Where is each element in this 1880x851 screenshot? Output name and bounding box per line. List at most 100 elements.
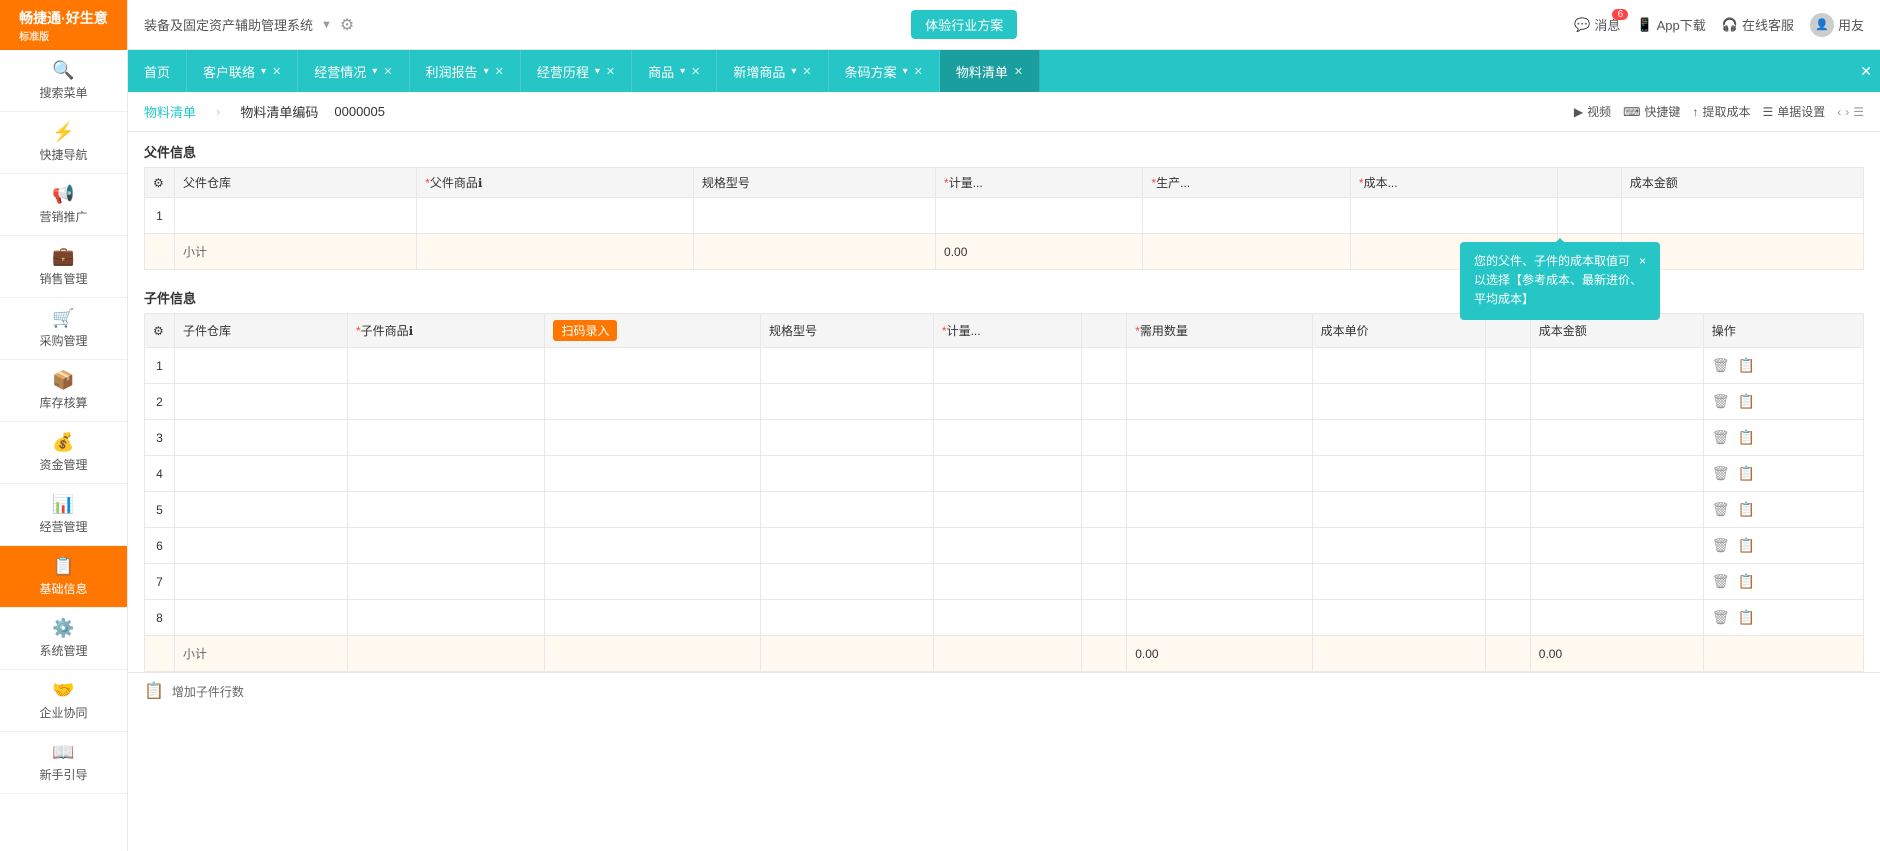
list-view-icon[interactable]: ☰ [1853, 105, 1864, 119]
shortcut-button[interactable]: ⌨ 快捷键 [1623, 103, 1680, 120]
child-row-4-warehouse[interactable] [175, 456, 348, 492]
copy-icon-row-4[interactable]: 📋 [1737, 465, 1754, 482]
tab-operation-close[interactable]: ✕ [383, 65, 392, 78]
child-row-5-warehouse[interactable] [175, 492, 348, 528]
sidebar-item-marketing[interactable]: 📢 营销推广 [0, 174, 127, 236]
child-row-4-unit-cost[interactable] [1312, 456, 1485, 492]
parent-row-1-cost[interactable] [1350, 198, 1557, 234]
sidebar-item-guide[interactable]: 📖 新手引导 [0, 732, 127, 794]
sidebar-item-inventory[interactable]: 📦 库存核算 [0, 360, 127, 422]
child-row-7-spec[interactable] [760, 564, 933, 600]
child-row-3-goods[interactable] [347, 420, 545, 456]
sidebar-item-enterprise[interactable]: 🤝 企业协同 [0, 670, 127, 732]
tab-profit-close[interactable]: ✕ [495, 65, 504, 78]
trial-button[interactable]: 体验行业方案 [911, 10, 1017, 39]
parent-row-1-goods[interactable] [417, 198, 694, 234]
child-row-1-warehouse[interactable] [175, 348, 348, 384]
child-row-4-qty[interactable] [1127, 456, 1312, 492]
parent-col-settings[interactable]: ⚙ [145, 168, 175, 198]
tab-barcode[interactable]: 条码方案 ▾ ✕ [829, 50, 940, 92]
child-row-8-goods[interactable] [347, 600, 545, 636]
child-row-7-goods[interactable] [347, 564, 545, 600]
app-download-button[interactable]: 📱 App下载 [1636, 15, 1705, 34]
sidebar-item-operation[interactable]: 📊 经营管理 [0, 484, 127, 546]
tab-goods-close[interactable]: ✕ [691, 65, 700, 78]
copy-icon-row-6[interactable]: 📋 [1737, 537, 1754, 554]
delete-icon-row-2[interactable]: 🗑 [1712, 393, 1730, 410]
tab-customer-close[interactable]: ✕ [272, 65, 281, 78]
prev-button[interactable]: ‹ [1837, 105, 1841, 119]
child-row-5-unit[interactable] [933, 492, 1081, 528]
message-button[interactable]: 💬 消息 6 [1574, 15, 1620, 34]
child-row-6-goods[interactable] [347, 528, 545, 564]
copy-icon-row-1[interactable]: 📋 [1737, 357, 1754, 374]
child-row-1-unit[interactable] [933, 348, 1081, 384]
child-row-1-spec[interactable] [760, 348, 933, 384]
child-row-2-unit[interactable] [933, 384, 1081, 420]
online-service-button[interactable]: 🎧 在线客服 [1722, 15, 1794, 34]
child-row-7-unit[interactable] [933, 564, 1081, 600]
tab-goods[interactable]: 商品 ▾ ✕ [632, 50, 717, 92]
child-row-7-qty[interactable] [1127, 564, 1312, 600]
child-row-6-warehouse[interactable] [175, 528, 348, 564]
system-dropdown-arrow[interactable]: ▼ [321, 19, 332, 31]
close-all-tabs[interactable]: ✕ [1852, 50, 1880, 92]
tab-new-goods[interactable]: 新增商品 ▾ ✕ [717, 50, 828, 92]
child-row-3-unit-cost[interactable] [1312, 420, 1485, 456]
child-row-6-qty[interactable] [1127, 528, 1312, 564]
child-row-4-spec[interactable] [760, 456, 933, 492]
tab-bom[interactable]: 物料清单 ✕ [940, 50, 1040, 92]
scan-input-button[interactable]: 扫码录入 [553, 320, 617, 341]
view-video-button[interactable]: ▶ 视频 [1574, 103, 1611, 120]
tab-customer[interactable]: 客户联络 ▾ ✕ [187, 50, 298, 92]
child-row-6-unit[interactable] [933, 528, 1081, 564]
child-row-4-unit[interactable] [933, 456, 1081, 492]
parent-row-1-warehouse[interactable] [175, 198, 417, 234]
child-row-8-spec[interactable] [760, 600, 933, 636]
tab-operation[interactable]: 经营情况 ▾ ✕ [298, 50, 409, 92]
child-row-8-qty[interactable] [1127, 600, 1312, 636]
child-row-3-qty[interactable] [1127, 420, 1312, 456]
next-button[interactable]: › [1845, 105, 1849, 119]
child-row-5-goods[interactable] [347, 492, 545, 528]
child-row-6-unit-cost[interactable] [1312, 528, 1485, 564]
extract-cost-button[interactable]: ↑ 提取成本 [1692, 103, 1750, 120]
tab-barcode-close[interactable]: ✕ [914, 65, 923, 78]
delete-icon-row-8[interactable]: 🗑 [1712, 609, 1730, 626]
delete-icon-row-1[interactable]: 🗑 [1712, 357, 1730, 374]
delete-icon-row-6[interactable]: 🗑 [1712, 537, 1730, 554]
child-row-4-goods[interactable] [347, 456, 545, 492]
delete-icon-row-7[interactable]: 🗑 [1712, 573, 1730, 590]
sidebar-item-search[interactable]: 🔍 搜索菜单 [0, 50, 127, 112]
delete-icon-row-5[interactable]: 🗑 [1712, 501, 1730, 518]
tab-profit[interactable]: 利润报告 ▾ ✕ [410, 50, 521, 92]
child-row-6-spec[interactable] [760, 528, 933, 564]
copy-icon-row-3[interactable]: 📋 [1737, 429, 1754, 446]
single-settings-button[interactable]: ☰ 单据设置 [1762, 103, 1825, 120]
copy-icon-row-5[interactable]: 📋 [1737, 501, 1754, 518]
delete-icon-row-3[interactable]: 🗑 [1712, 429, 1730, 446]
parent-row-1-spec[interactable] [693, 198, 935, 234]
copy-icon-row-2[interactable]: 📋 [1737, 393, 1754, 410]
child-row-3-unit[interactable] [933, 420, 1081, 456]
child-row-7-unit-cost[interactable] [1312, 564, 1485, 600]
sidebar-item-system[interactable]: ⚙️ 系统管理 [0, 608, 127, 670]
child-row-2-qty[interactable] [1127, 384, 1312, 420]
child-row-8-unit[interactable] [933, 600, 1081, 636]
tab-home[interactable]: 首页 [128, 50, 187, 92]
child-row-5-qty[interactable] [1127, 492, 1312, 528]
child-row-1-unit-cost[interactable] [1312, 348, 1485, 384]
sidebar-item-finance[interactable]: 💰 资金管理 [0, 422, 127, 484]
parent-row-1-produce[interactable] [1143, 198, 1350, 234]
child-row-1-qty[interactable] [1127, 348, 1312, 384]
breadcrumb-bom-list[interactable]: 物料清单 [144, 102, 196, 121]
tab-journey[interactable]: 经营历程 ▾ ✕ [521, 50, 632, 92]
child-row-8-unit-cost[interactable] [1312, 600, 1485, 636]
gear-icon[interactable]: ⚙ [340, 15, 354, 35]
child-row-7-warehouse[interactable] [175, 564, 348, 600]
child-row-5-unit-cost[interactable] [1312, 492, 1485, 528]
child-row-2-unit-cost[interactable] [1312, 384, 1485, 420]
child-col-settings[interactable]: ⚙ [145, 314, 175, 348]
child-row-5-spec[interactable] [760, 492, 933, 528]
child-row-2-goods[interactable] [347, 384, 545, 420]
